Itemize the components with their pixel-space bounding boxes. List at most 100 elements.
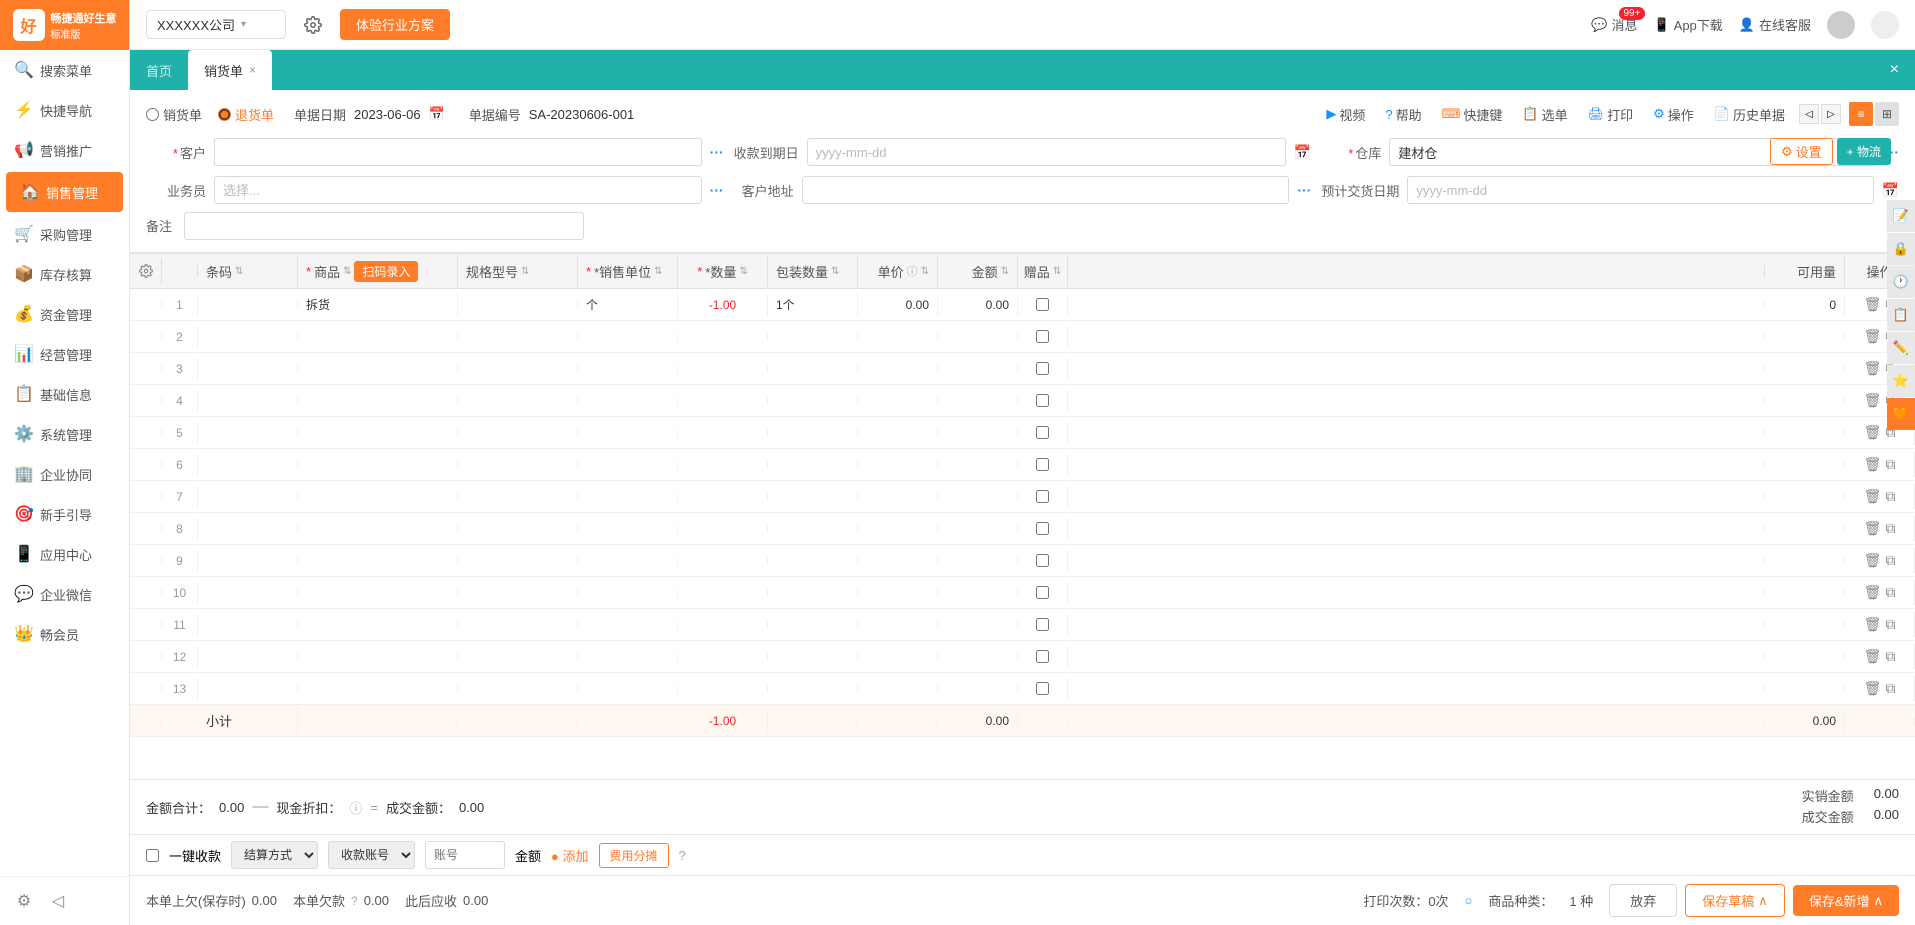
select-btn[interactable]: 📋 选单 <box>1516 103 1573 126</box>
sort-amount-icon[interactable]: ⇅ <box>1001 266 1009 277</box>
overdue-help-icon[interactable]: ? <box>351 894 358 908</box>
del-10[interactable]: 🗑 <box>1864 584 1882 601</box>
right-panel-btn-4[interactable]: 📋 <box>1887 299 1915 331</box>
add-payment-button[interactable]: ● 添加 <box>551 846 589 865</box>
one-click-payment-checkbox[interactable] <box>146 849 159 862</box>
del-6[interactable]: 🗑 <box>1864 456 1882 473</box>
td-q2[interactable] <box>678 333 768 341</box>
delete-button-1[interactable]: 🗑 <box>1864 296 1882 313</box>
del-11[interactable]: 🗑 <box>1864 616 1882 633</box>
del-8[interactable]: 🗑 <box>1864 520 1882 537</box>
view-list-button[interactable]: ≡ <box>1849 102 1873 126</box>
operate-btn[interactable]: ⚙ 操作 <box>1647 103 1700 126</box>
scan-button[interactable]: 扫码录入 <box>354 261 418 282</box>
header-settings-button[interactable] <box>298 10 328 40</box>
shortcut-btn[interactable]: ⌨ 快捷键 <box>1436 103 1509 126</box>
radio-sales-input[interactable] <box>146 108 159 121</box>
right-panel-btn-3[interactable]: 🕐 <box>1887 266 1915 298</box>
radio-sales[interactable]: 销货单 <box>146 105 202 124</box>
sidebar-item-apps[interactable]: 📱 应用中心 <box>0 534 129 574</box>
sidebar-item-shortcuts[interactable]: ⚡ 快捷导航 <box>0 90 129 130</box>
save-draft-button[interactable]: 保存草稿 ∧ <box>1685 884 1785 917</box>
nav-prev-button[interactable]: ◁ <box>1799 104 1819 124</box>
experience-button[interactable]: 体验行业方案 <box>340 9 450 40</box>
expected-date-input[interactable] <box>1407 176 1873 204</box>
sidebar-item-guide[interactable]: 🎯 新手引导 <box>0 494 129 534</box>
copy-13[interactable]: ⧉ <box>1885 680 1895 697</box>
td-p2[interactable] <box>298 333 458 341</box>
online-service-button[interactable]: 👤 在线客服 <box>1739 15 1811 34</box>
sidebar-item-inventory[interactable]: 📦 库存核算 <box>0 254 129 294</box>
copy-11[interactable]: ⧉ <box>1885 616 1895 633</box>
right-panel-btn-5[interactable]: ✏️ <box>1887 332 1915 364</box>
history-btn[interactable]: 📄 历史单据 <box>1708 103 1791 126</box>
sidebar-settings-button[interactable]: ⚙ <box>10 887 38 915</box>
td-gift-1[interactable] <box>1018 294 1068 315</box>
sidebar-item-system[interactable]: ⚙️ 系统管理 <box>0 414 129 454</box>
sort-unit-icon[interactable]: ⇅ <box>654 266 662 277</box>
sort-product-icon[interactable]: ⇅ <box>343 266 351 277</box>
expected-date-calendar-icon[interactable]: 📅 <box>1882 182 1899 199</box>
copy-12[interactable]: ⧉ <box>1885 648 1895 665</box>
td-price-1[interactable]: 0.00 <box>858 294 938 316</box>
td-pr2[interactable] <box>858 333 938 341</box>
user-avatar[interactable] <box>1827 11 1855 39</box>
account-number-input[interactable] <box>425 841 505 869</box>
date-calendar-icon[interactable]: 📅 <box>429 106 445 122</box>
discard-button[interactable]: 放弃 <box>1609 884 1677 917</box>
sort-gift-icon[interactable]: ⇅ <box>1053 266 1061 277</box>
sidebar-item-search[interactable]: 🔍 搜索菜单 <box>0 50 129 90</box>
print-btn[interactable]: 🖨 打印 <box>1582 103 1640 126</box>
view-grid-button[interactable]: ⊞ <box>1875 102 1899 126</box>
radio-return-input[interactable] <box>218 108 231 121</box>
settings-button[interactable]: ⚙ 设置 <box>1770 138 1833 165</box>
right-panel-btn-2[interactable]: 🔒 <box>1887 233 1915 265</box>
sort-barcode-icon[interactable]: ⇅ <box>235 266 243 277</box>
address-dots[interactable]: ··· <box>1297 182 1311 198</box>
settlement-method-select[interactable]: 结算方式 <box>231 841 318 869</box>
copy-8[interactable]: ⧉ <box>1885 520 1895 537</box>
app-download-button[interactable]: 📱 App下载 <box>1653 15 1722 34</box>
copy-9[interactable]: ⧉ <box>1885 552 1895 569</box>
tab-sales-order[interactable]: 销货单 × <box>188 50 272 90</box>
copy-10[interactable]: ⧉ <box>1885 584 1895 601</box>
del-3[interactable]: 🗑 <box>1864 360 1882 377</box>
td-pk2[interactable] <box>768 333 858 341</box>
td-qty-1[interactable]: -1.00 <box>678 294 768 316</box>
sidebar-item-member[interactable]: 👑 畅会员 <box>0 614 129 654</box>
td-spec-1[interactable] <box>458 301 578 309</box>
due-date-calendar-icon[interactable]: 📅 <box>1294 144 1311 161</box>
del-9[interactable]: 🗑 <box>1864 552 1882 569</box>
customer-dots[interactable]: ··· <box>710 144 724 160</box>
del-13[interactable]: 🗑 <box>1864 680 1882 697</box>
sidebar-item-marketing[interactable]: 📢 营销推广 <box>0 130 129 170</box>
video-btn[interactable]: ▶ 视频 <box>1320 103 1371 126</box>
sidebar-item-finance[interactable]: 💰 资金管理 <box>0 294 129 334</box>
del-4[interactable]: 🗑 <box>1864 392 1882 409</box>
tab-close-all-button[interactable]: × <box>1890 61 1915 79</box>
right-panel-btn-1[interactable]: 📝 <box>1887 200 1915 232</box>
td-b2[interactable] <box>198 333 298 341</box>
gift-checkbox-2[interactable] <box>1036 330 1049 343</box>
price-info-icon[interactable]: ⓘ <box>907 263 918 279</box>
salesperson-input[interactable] <box>214 176 702 204</box>
due-date-input[interactable] <box>807 138 1286 166</box>
nav-next-button[interactable]: ▷ <box>1821 104 1841 124</box>
sidebar-item-enterprise[interactable]: 🏢 企业协同 <box>0 454 129 494</box>
sidebar-item-purchase[interactable]: 🛒 采购管理 <box>0 214 129 254</box>
expense-help-icon[interactable]: ? <box>679 848 686 863</box>
del-2[interactable]: 🗑 <box>1864 328 1882 345</box>
gift-checkbox-1[interactable] <box>1036 298 1049 311</box>
sidebar-item-operations[interactable]: 📊 经营管理 <box>0 334 129 374</box>
logistics-button[interactable]: + 物流 <box>1837 138 1891 165</box>
del-5[interactable]: 🗑 <box>1864 424 1882 441</box>
cash-discount-info-icon[interactable]: ⓘ <box>349 798 362 817</box>
note-input[interactable] <box>184 212 584 240</box>
radio-return[interactable]: 退货单 <box>218 105 274 124</box>
bank-account-select[interactable]: 收款账号 <box>328 841 415 869</box>
help-btn[interactable]: ? 帮助 <box>1379 103 1427 126</box>
save-new-button[interactable]: 保存&新增 ∧ <box>1793 885 1899 916</box>
del-7[interactable]: 🗑 <box>1864 488 1882 505</box>
sort-spec-icon[interactable]: ⇅ <box>521 266 529 277</box>
customer-input[interactable] <box>214 138 702 166</box>
